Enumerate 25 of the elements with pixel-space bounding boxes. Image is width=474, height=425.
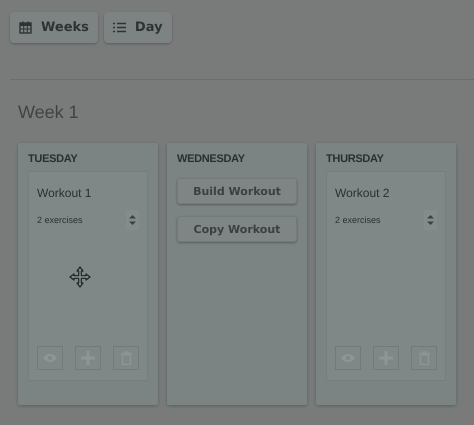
workout-card[interactable]: Workout 1 2 exercises bbox=[28, 171, 148, 381]
view-button[interactable]: Weeks bbox=[10, 12, 98, 43]
add-button[interactable] bbox=[373, 346, 399, 370]
view-button[interactable]: Day bbox=[104, 12, 172, 43]
workout-title: Workout 2 bbox=[335, 186, 390, 200]
day-name: THURSDAY bbox=[326, 153, 385, 165]
sort-icon[interactable] bbox=[424, 210, 437, 230]
workout-action-button[interactable]: Build Workout bbox=[177, 178, 297, 204]
view-button[interactable] bbox=[335, 346, 361, 370]
day-name: WEDNESDAY bbox=[177, 153, 246, 165]
workout-action-button[interactable]: Copy Workout bbox=[177, 216, 297, 242]
day-name: TUESDAY bbox=[28, 153, 78, 165]
workout-card[interactable]: Workout 2 2 exercises bbox=[326, 171, 446, 381]
delete-button[interactable] bbox=[411, 346, 437, 370]
sort-icon[interactable] bbox=[126, 210, 139, 230]
view-button[interactable] bbox=[37, 346, 63, 370]
exercise-count: 2 exercises bbox=[37, 215, 83, 225]
add-button[interactable] bbox=[75, 346, 101, 370]
move-cursor-icon bbox=[69, 266, 91, 288]
workout-title: Workout 1 bbox=[37, 186, 92, 200]
calendar-icon bbox=[19, 21, 32, 34]
delete-button[interactable] bbox=[113, 346, 139, 370]
week-title: Week 1 bbox=[18, 102, 80, 123]
exercise-count: 2 exercises bbox=[335, 215, 381, 225]
list-icon bbox=[112, 22, 126, 33]
